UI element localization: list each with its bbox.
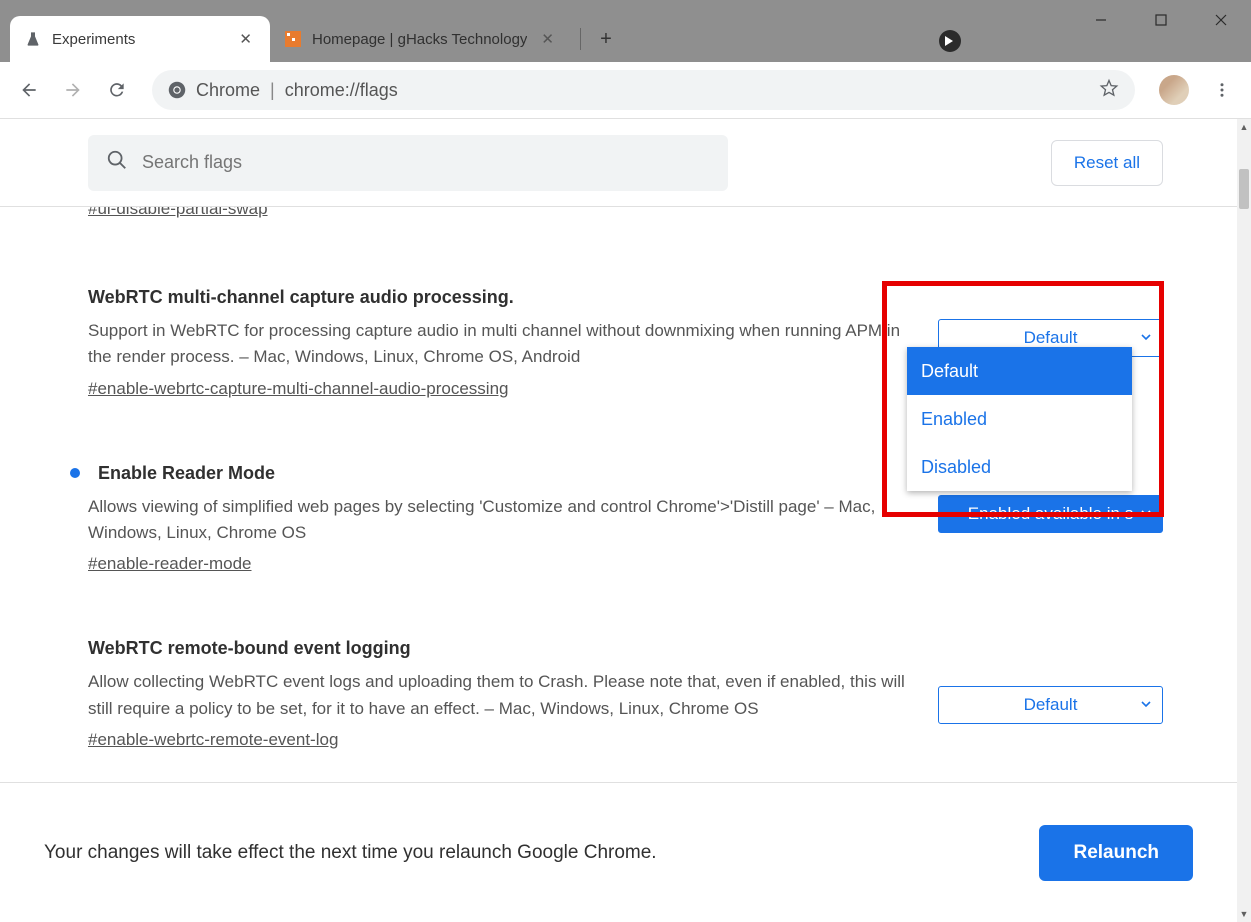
flask-icon [24,30,42,48]
window-controls [1071,0,1251,40]
flag-description: Support in WebRTC for processing capture… [88,318,908,371]
tab-experiments[interactable]: Experiments ✕ [10,16,270,62]
omnibox[interactable]: Chrome | chrome://flags [152,70,1135,110]
flag-select[interactable]: Default [938,686,1163,724]
omnibox-text: Chrome | chrome://flags [196,80,398,101]
reload-button[interactable] [98,71,136,109]
bookmark-star-icon[interactable] [1099,78,1119,103]
flag-description: Allow collecting WebRTC event logs and u… [88,669,908,722]
flag-select-value: Enabled available in s [968,504,1133,524]
omnibox-divider: | [270,80,275,101]
back-button[interactable] [10,71,48,109]
flags-content-viewport: #ui-disable-partial-swap WebRTC multi-ch… [0,207,1251,779]
flag-anchor-link[interactable]: #enable-reader-mode [88,554,252,573]
titlebar: Experiments ✕ Homepage | gHacks Technolo… [0,0,1251,62]
close-icon[interactable]: ✕ [537,30,558,48]
relaunch-button[interactable]: Relaunch [1039,825,1193,881]
flag-select[interactable]: Enabled available in s [938,495,1163,533]
flag-item-truncated: #ui-disable-partial-swap [88,207,1163,219]
menu-button[interactable] [1203,71,1241,109]
flag-description: Allows viewing of simplified web pages b… [88,494,908,547]
relaunch-message: Your changes will take effect the next t… [44,842,657,864]
flag-title-text: Enable Reader Mode [98,463,275,484]
search-flags-box[interactable] [88,135,728,191]
flag-select-value: Default [1024,328,1078,348]
forward-button[interactable] [54,71,92,109]
modified-indicator-icon [70,468,80,478]
chevron-down-icon [1140,695,1152,715]
reset-all-button[interactable]: Reset all [1051,140,1163,186]
search-icon [106,149,128,176]
omnibox-url: chrome://flags [285,80,398,101]
scroll-up-arrow-icon[interactable]: ▲ [1237,119,1251,135]
tab-title: Experiments [52,31,225,48]
close-icon[interactable]: ✕ [235,30,256,48]
omnibox-origin: Chrome [196,80,260,101]
tab-title: Homepage | gHacks Technology [312,31,527,48]
chevron-down-icon [1140,328,1152,348]
flags-header: Reset all [0,119,1251,207]
scroll-thumb[interactable] [1239,169,1249,209]
chevron-down-icon [1140,504,1152,524]
minimize-button[interactable] [1071,0,1131,40]
search-input[interactable] [142,152,710,173]
tab-strip: Experiments ✕ Homepage | gHacks Technolo… [0,0,623,62]
chrome-icon [168,81,186,99]
tab-ghacks[interactable]: Homepage | gHacks Technology ✕ [270,16,572,62]
flag-title: WebRTC remote-bound event logging [88,638,908,659]
new-tab-button[interactable]: + [589,22,623,56]
flag-title: WebRTC multi-channel capture audio proce… [88,287,908,308]
flag-title: Enable Reader Mode [88,463,908,484]
relaunch-bar: Your changes will take effect the next t… [0,782,1237,922]
dropdown-option[interactable]: Enabled [907,395,1132,443]
dropdown-popup[interactable]: Default Enabled Disabled [907,347,1132,491]
flag-anchor-link[interactable]: #enable-webrtc-capture-multi-channel-aud… [88,379,509,398]
dropdown-option[interactable]: Default [907,347,1132,395]
close-window-button[interactable] [1191,0,1251,40]
flag-select-value: Default [1024,695,1078,715]
flag-item: WebRTC remote-bound event logging Allow … [88,638,1163,750]
flag-anchor-link[interactable]: #ui-disable-partial-swap [88,207,268,218]
scroll-down-arrow-icon[interactable]: ▼ [1237,906,1251,922]
toolbar: Chrome | chrome://flags [0,62,1251,119]
ghacks-favicon-icon [284,30,302,48]
dropdown-option[interactable]: Disabled [907,443,1132,491]
tab-separator [580,28,581,50]
profile-avatar[interactable] [1159,75,1189,105]
vertical-scrollbar[interactable]: ▲ ▼ [1237,119,1251,922]
maximize-button[interactable] [1131,0,1191,40]
media-control-icon[interactable] [939,30,961,52]
flag-anchor-link[interactable]: #enable-webrtc-remote-event-log [88,730,338,749]
